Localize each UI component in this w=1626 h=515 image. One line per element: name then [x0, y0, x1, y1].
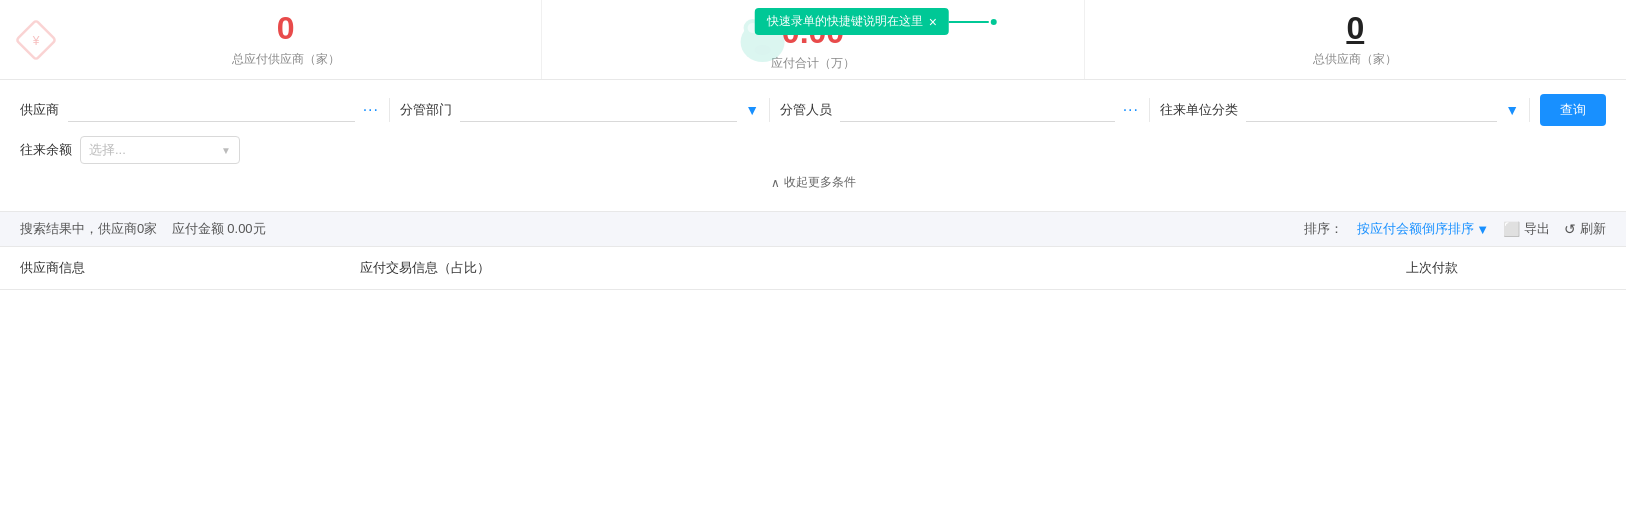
- stat-payable-total: 快速录单的快捷键说明在这里 × 0.00 应付合计（万）: [542, 0, 1084, 79]
- filter-manager: 分管人员 ···: [770, 98, 1150, 122]
- refresh-icon: ↺: [1564, 221, 1576, 237]
- collapse-icon: ∧: [771, 176, 780, 190]
- supplier-dots[interactable]: ···: [363, 101, 379, 119]
- th-transaction-info: 应付交易信息（占比）: [360, 259, 1406, 277]
- department-dropdown[interactable]: ▼: [745, 102, 759, 118]
- refresh-button[interactable]: ↺ 刷新: [1564, 220, 1606, 238]
- balance-label: 往来余额: [20, 141, 72, 159]
- sort-value: 按应付会额倒序排序: [1357, 220, 1474, 238]
- diamond-icon: ¥: [14, 18, 58, 62]
- total-suppliers-label: 总供应商（家）: [1313, 51, 1397, 68]
- sort-select[interactable]: 按应付会额倒序排序 ▼: [1357, 220, 1489, 238]
- supplier-input[interactable]: [68, 98, 355, 122]
- tooltip-close[interactable]: ×: [929, 15, 937, 29]
- export-button[interactable]: ⬜ 导出: [1503, 220, 1550, 238]
- filter-row-1: 供应商 ··· 分管部门 ▼ 分管人员 ··· 往来单位分类 ▼ 查询: [20, 94, 1606, 126]
- export-label: 导出: [1524, 220, 1550, 238]
- manager-label: 分管人员: [780, 101, 832, 119]
- unit-class-label: 往来单位分类: [1160, 101, 1238, 119]
- balance-chevron: ▼: [221, 145, 231, 156]
- supplier-label: 供应商: [20, 101, 60, 119]
- unit-class-input[interactable]: [1246, 98, 1497, 122]
- collapse-button[interactable]: ∧ 收起更多条件: [748, 170, 878, 195]
- payable-suppliers-label: 总应付供应商（家）: [232, 51, 340, 68]
- stat-payable-suppliers: ¥ 0 总应付供应商（家）: [0, 0, 542, 79]
- result-actions: 排序： 按应付会额倒序排序 ▼ ⬜ 导出 ↺ 刷新: [1304, 220, 1606, 238]
- filter-department: 分管部门 ▼: [390, 98, 770, 122]
- stat-total-suppliers: 0 总供应商（家）: [1085, 0, 1626, 79]
- svg-point-7: [755, 45, 771, 55]
- manager-input[interactable]: [840, 98, 1115, 122]
- unit-class-dropdown[interactable]: ▼: [1505, 102, 1519, 118]
- result-bar: 搜索结果中，供应商0家 应付金额 0.00元 排序： 按应付会额倒序排序 ▼ ⬜…: [0, 212, 1626, 247]
- sort-label: 排序：: [1304, 220, 1343, 238]
- sort-chevron: ▼: [1476, 222, 1489, 237]
- result-summary: 搜索结果中，供应商0家 应付金额 0.00元: [20, 220, 266, 238]
- filter-area: 供应商 ··· 分管部门 ▼ 分管人员 ··· 往来单位分类 ▼ 查询 往来余额…: [0, 80, 1626, 212]
- tooltip-bubble: 快速录单的快捷键说明在这里 ×: [755, 8, 949, 35]
- svg-text:¥: ¥: [32, 34, 40, 48]
- balance-placeholder: 选择...: [89, 141, 126, 159]
- payable-suppliers-value: 0: [277, 11, 295, 46]
- result-text: 搜索结果中，供应商0家: [20, 221, 157, 236]
- search-button[interactable]: 查询: [1540, 94, 1606, 126]
- export-icon: ⬜: [1503, 221, 1520, 237]
- manager-dots[interactable]: ···: [1123, 101, 1139, 119]
- th-last-payment: 上次付款: [1406, 259, 1606, 277]
- filter-unit-class: 往来单位分类 ▼: [1150, 98, 1530, 122]
- stats-bar: ¥ 0 总应付供应商（家） 快速录单的快捷键说明在这里 × 0.00 应付合计（…: [0, 0, 1626, 80]
- balance-select[interactable]: 选择... ▼: [80, 136, 240, 164]
- total-suppliers-value: 0: [1346, 11, 1364, 46]
- filter-supplier: 供应商 ···: [20, 98, 390, 122]
- collapse-text: 收起更多条件: [784, 174, 856, 191]
- tooltip-dot: [989, 17, 999, 27]
- th-supplier-info: 供应商信息: [20, 259, 360, 277]
- department-input[interactable]: [460, 98, 737, 122]
- result-amount: 应付金额 0.00元: [172, 221, 266, 236]
- table-header: 供应商信息 应付交易信息（占比） 上次付款: [0, 247, 1626, 290]
- department-label: 分管部门: [400, 101, 452, 119]
- filter-row-2: 往来余额 选择... ▼: [20, 136, 1606, 164]
- table-body: [0, 290, 1626, 515]
- refresh-label: 刷新: [1580, 220, 1606, 238]
- tooltip-text: 快速录单的快捷键说明在这里: [767, 13, 923, 30]
